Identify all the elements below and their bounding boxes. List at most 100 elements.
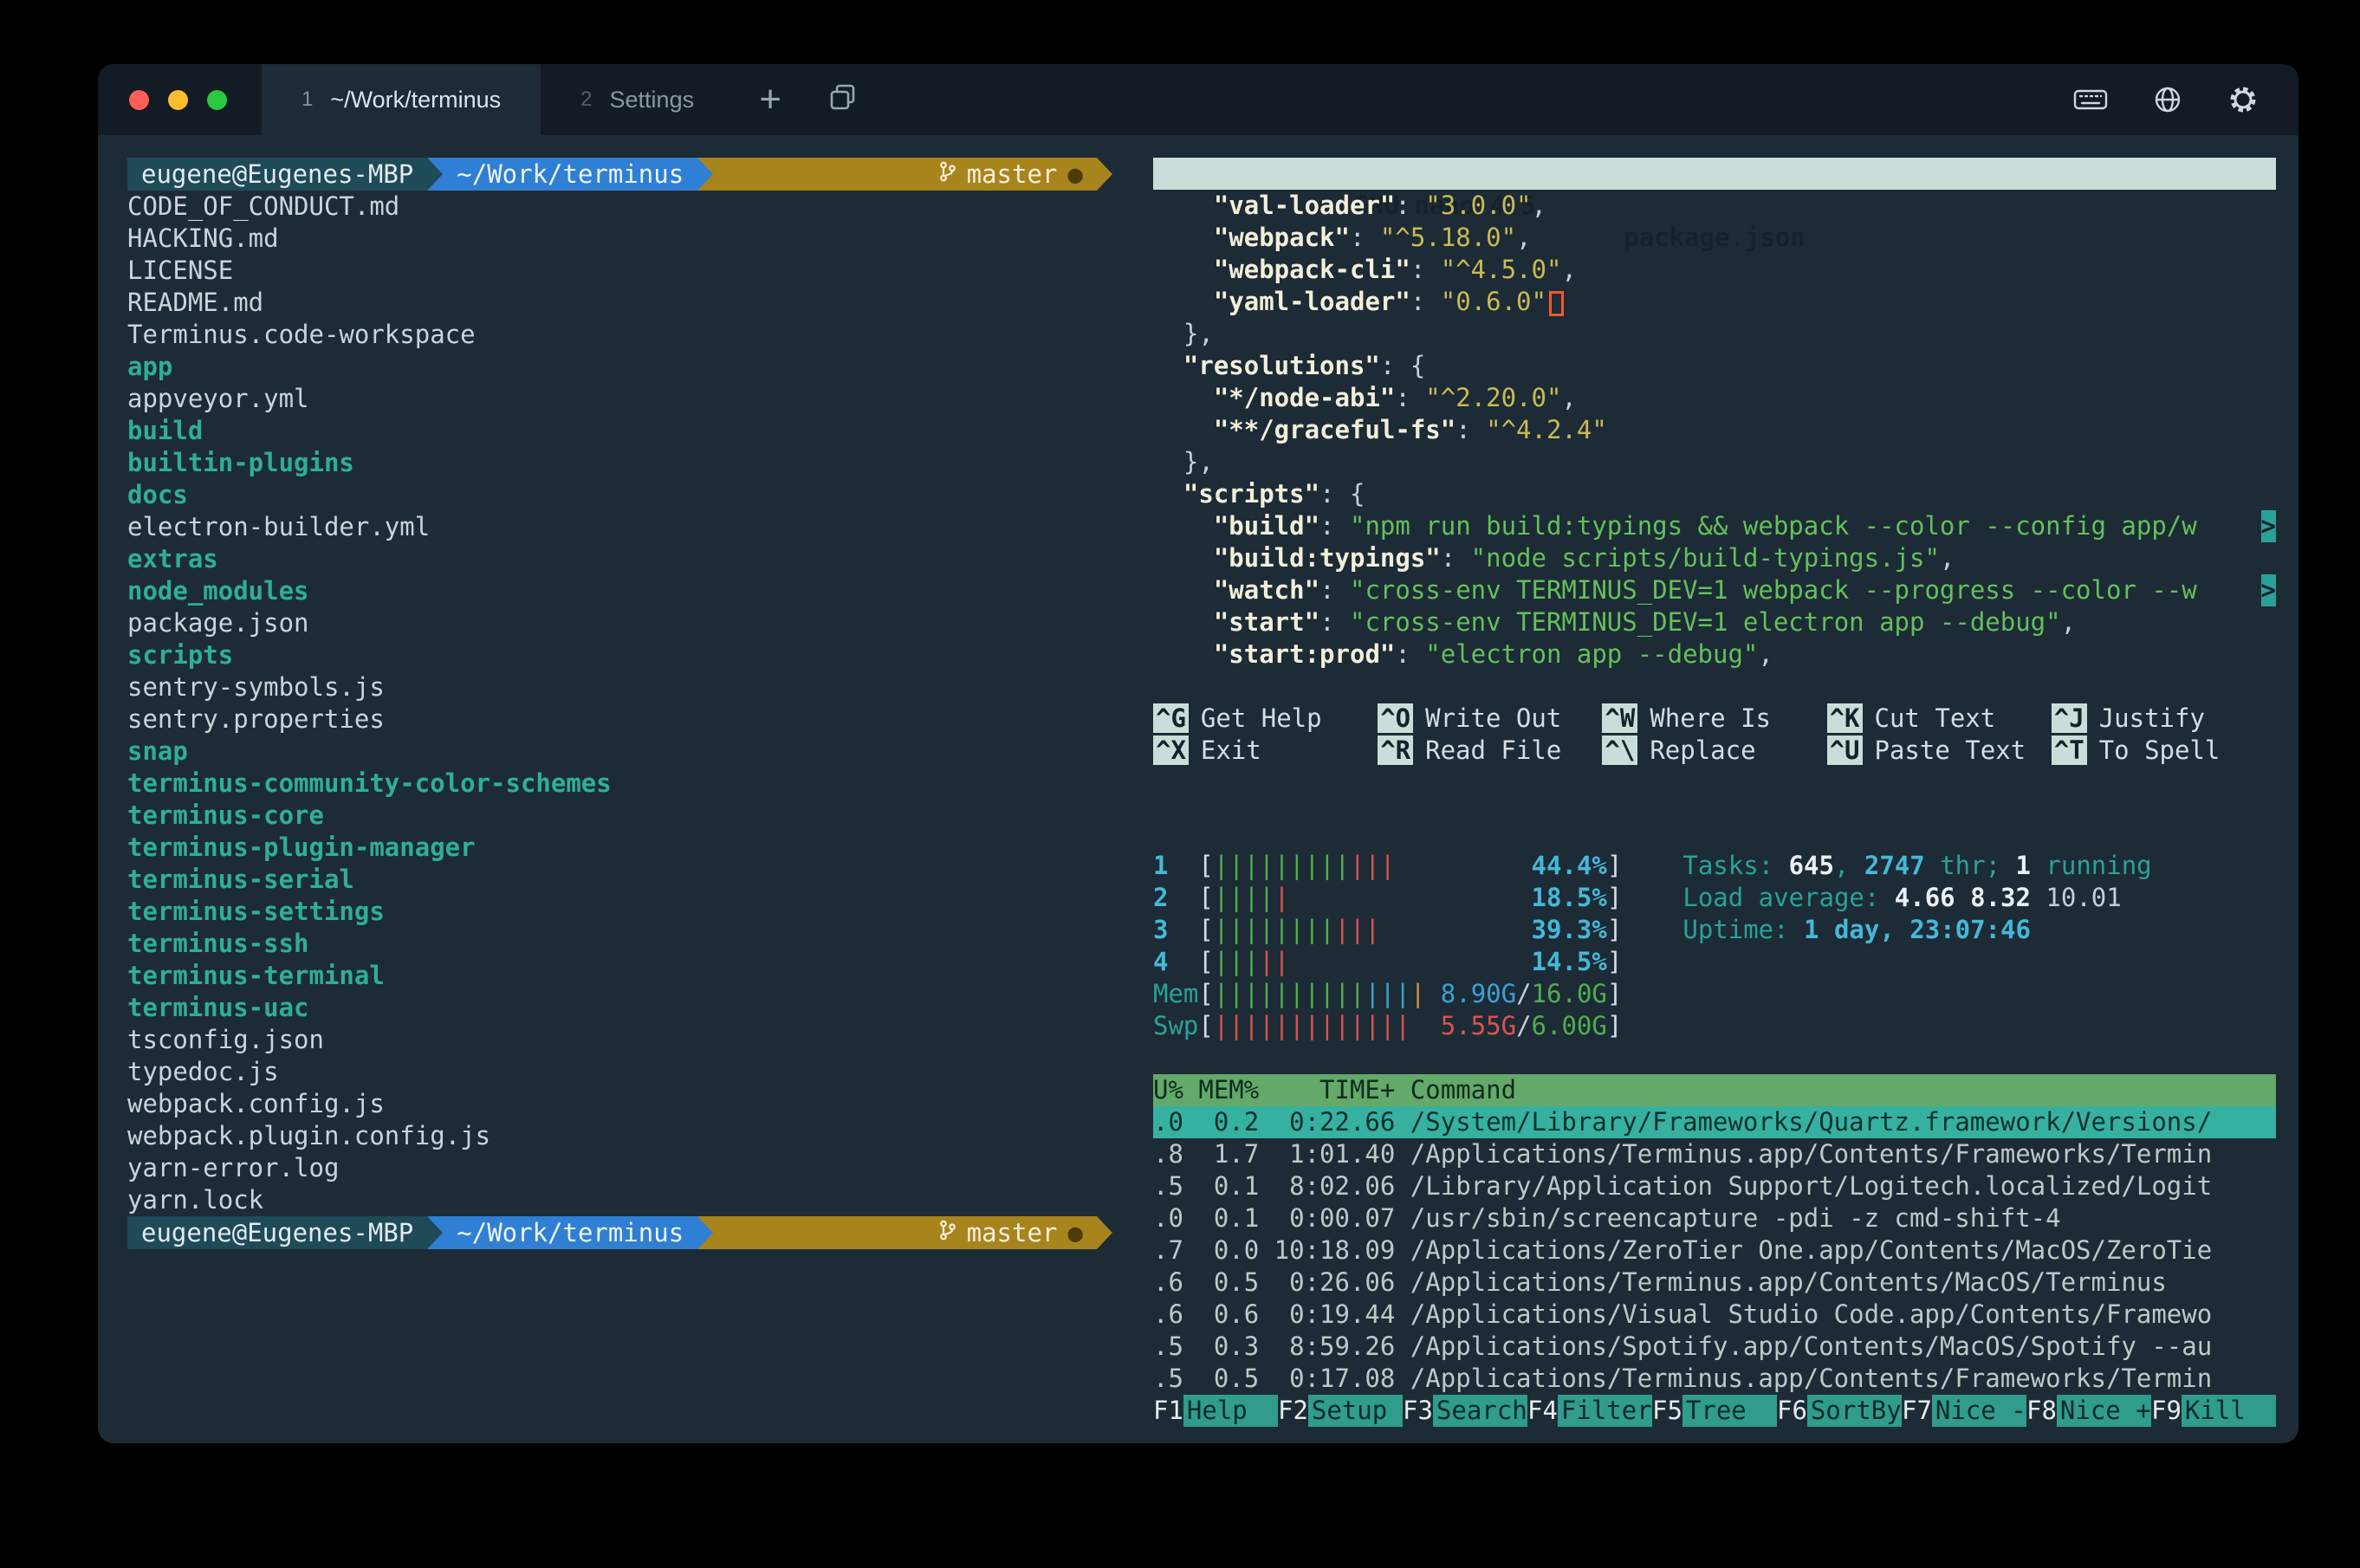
text-segment bbox=[1425, 979, 1440, 1008]
htop-fkey-F3[interactable]: F3Search bbox=[1403, 1395, 1527, 1427]
fkey-number: F5 bbox=[1652, 1395, 1682, 1427]
text-segment: terminus-core bbox=[127, 800, 324, 830]
text-segment: 8.90G bbox=[1441, 979, 1516, 1008]
htop-fkey-F2[interactable]: F2Setup bbox=[1278, 1395, 1403, 1427]
prompt-line: eugene@Eugenes-MBP ~/Work/terminus maste… bbox=[127, 158, 1115, 191]
text-segment: "cross-env TERMINUS_DEV=1 webpack --prog… bbox=[1350, 575, 2197, 605]
tab-title: Settings bbox=[610, 87, 695, 113]
text-segment: "webpack-cli" bbox=[1214, 255, 1410, 284]
text-segment bbox=[1380, 915, 1532, 944]
text-segment: , bbox=[1834, 851, 1864, 880]
fkey-number: F1 bbox=[1153, 1395, 1183, 1427]
text-segment: "start" bbox=[1214, 607, 1319, 637]
text-segment: 18.5% bbox=[1532, 883, 1607, 912]
duplicate-tab-button[interactable] bbox=[807, 64, 879, 135]
text-segment: : bbox=[1395, 191, 1425, 220]
htop-fkey-F8[interactable]: F8Nice + bbox=[2026, 1395, 2151, 1427]
settings-button[interactable] bbox=[2227, 84, 2259, 115]
terminal-pane[interactable]: eugene@Eugenes-MBP ~/Work/terminus maste… bbox=[127, 158, 1115, 1443]
shortcut-key: ^G bbox=[1153, 703, 1189, 733]
text-segment: 2747 bbox=[1864, 851, 1925, 880]
maximize-button[interactable] bbox=[207, 90, 227, 110]
file-entry: terminus-uac bbox=[127, 992, 1115, 1024]
text-segment: : bbox=[1319, 607, 1350, 637]
shortcut-label: Where Is bbox=[1650, 703, 1771, 733]
text-segment: ||| bbox=[1365, 979, 1410, 1008]
text-segment: terminus-uac bbox=[127, 993, 309, 1022]
text-segment: build bbox=[127, 416, 203, 445]
keyboard-button[interactable] bbox=[2073, 87, 2108, 112]
text-segment: "^4.5.0" bbox=[1441, 255, 1562, 284]
fkey-label: Tree bbox=[1682, 1395, 1777, 1427]
text-segment: tsconfig.json bbox=[127, 1025, 324, 1054]
process-row: .8 1.7 1:01.40 /Applications/Terminus.ap… bbox=[1153, 1138, 2276, 1170]
shortcut-key: ^O bbox=[1378, 703, 1413, 733]
text-segment: ] bbox=[1607, 883, 1622, 912]
fkey-label: Nice + bbox=[2057, 1395, 2151, 1427]
file-entry: electron-builder.yml bbox=[127, 511, 1115, 543]
htop-fkey-F9[interactable]: F9Kill bbox=[2151, 1395, 2276, 1427]
git-dirty-marker: ● bbox=[1067, 158, 1082, 191]
text-segment: extras bbox=[127, 544, 218, 573]
nano-line: "scripts": { bbox=[1153, 478, 2276, 510]
cpu-meter: 3 [||||||||||| 39.3%] bbox=[1153, 914, 1622, 946]
globe-button[interactable] bbox=[2153, 85, 2182, 114]
text-segment: [ bbox=[1198, 947, 1213, 976]
fkey-number: F7 bbox=[1902, 1395, 1932, 1427]
text-segment: "^2.20.0" bbox=[1425, 383, 1561, 412]
text-segment: [ bbox=[1198, 883, 1213, 912]
text-segment: : bbox=[1456, 415, 1486, 444]
text-segment: .0 0.1 0:00.07 /usr/sbin/screencapture -… bbox=[1153, 1203, 2061, 1233]
globe-icon bbox=[2153, 85, 2182, 114]
git-branch-icon bbox=[727, 1183, 956, 1282]
shortcut-label: To Spell bbox=[2099, 735, 2221, 765]
nano-line: "**/graceful-fs": "^4.2.4" bbox=[1153, 414, 2276, 446]
text-segment: running bbox=[2031, 851, 2152, 880]
text-segment: > bbox=[2261, 510, 2276, 542]
text-segment: .5 0.3 8:59.26 /Applications/Spotify.app… bbox=[1153, 1332, 2212, 1361]
htop-fkey-F6[interactable]: F6SortBy bbox=[1777, 1395, 1902, 1427]
text-segment: 6.00G bbox=[1532, 1011, 1607, 1040]
text-segment: Swp bbox=[1153, 1011, 1198, 1040]
fkey-number: F8 bbox=[2026, 1395, 2057, 1427]
fkey-number: F4 bbox=[1527, 1395, 1558, 1427]
text-segment bbox=[1168, 851, 1198, 880]
htop-fkey-F4[interactable]: F4Filter bbox=[1527, 1395, 1652, 1427]
plus-icon: + bbox=[759, 78, 781, 121]
tab-terminal[interactable]: 1 ~/Work/terminus bbox=[262, 64, 541, 135]
text-segment bbox=[1395, 851, 1531, 880]
text-segment bbox=[1289, 947, 1531, 976]
htop-fkey-F5[interactable]: F5Tree bbox=[1652, 1395, 1777, 1427]
text-segment bbox=[1153, 479, 1183, 509]
close-button[interactable] bbox=[129, 90, 149, 110]
htop-fkey-F1[interactable]: F1Help bbox=[1153, 1395, 1278, 1427]
file-entry: terminus-community-color-schemes bbox=[127, 768, 1115, 800]
file-entry: Terminus.code-workspace bbox=[127, 319, 1115, 351]
text-segment: ] bbox=[1607, 1011, 1622, 1040]
text-segment: 1 day, 23:07:46 bbox=[1804, 915, 2031, 944]
text-segment: [ bbox=[1198, 979, 1213, 1008]
process-row: .6 0.6 0:19.44 /Applications/Visual Stud… bbox=[1153, 1299, 2276, 1331]
text-segment: CODE_OF_CONDUCT.md bbox=[127, 191, 399, 221]
text-segment bbox=[1153, 351, 1183, 380]
nano-pane[interactable]: GNU nano 4.5 package.json "val-loader": … bbox=[1153, 158, 2276, 767]
nano-shortcut: ^RRead File bbox=[1378, 735, 1602, 767]
text-segment: "resolutions" bbox=[1183, 351, 1380, 380]
htop-pane[interactable]: 1 [|||||||||||| 44.4%]2 [||||| 18.5%]3 [… bbox=[1153, 850, 2276, 1427]
text-segment: scripts bbox=[127, 640, 233, 670]
nano-line: "start:prod": "electron app --debug", bbox=[1153, 638, 2276, 671]
text-segment: appveyor.yml bbox=[127, 384, 309, 413]
process-row: .0 0.2 0:22.66 /System/Library/Framework… bbox=[1153, 1106, 2276, 1138]
text-segment bbox=[1410, 1011, 1441, 1040]
htop-fkey-F7[interactable]: F7Nice - bbox=[1902, 1395, 2026, 1427]
file-entry: terminus-plugin-manager bbox=[127, 832, 1115, 864]
git-dirty-marker: ● bbox=[1067, 1216, 1082, 1249]
minimize-button[interactable] bbox=[168, 90, 188, 110]
text-segment: "yaml-loader" bbox=[1214, 287, 1410, 316]
text-segment: yarn.lock bbox=[127, 1185, 263, 1215]
prompt-user: eugene@Eugenes-MBP bbox=[141, 1216, 413, 1249]
text-segment: "**/graceful-fs" bbox=[1214, 415, 1456, 444]
tab-settings[interactable]: 2 Settings bbox=[541, 64, 734, 135]
new-tab-button[interactable]: + bbox=[734, 64, 807, 135]
powerline-arrow-icon bbox=[697, 1216, 713, 1249]
